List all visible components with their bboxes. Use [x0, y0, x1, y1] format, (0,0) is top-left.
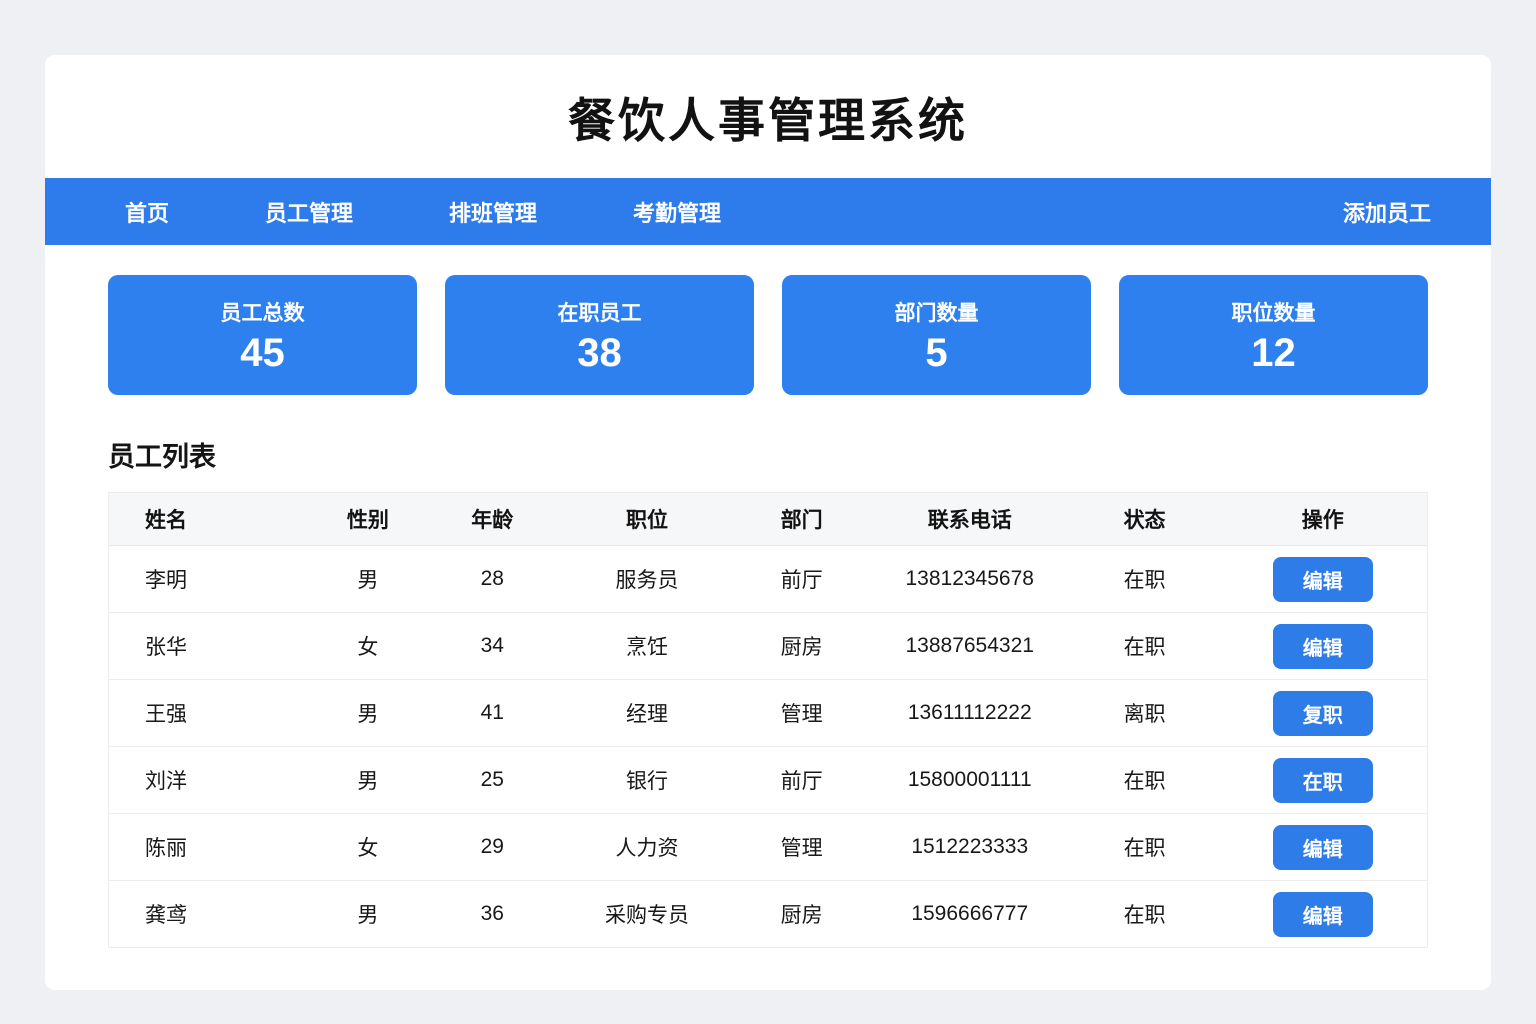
cell-gender: 女 [357, 636, 379, 659]
stat-label: 在职员工 [557, 302, 642, 325]
cell-gender: 男 [357, 904, 379, 927]
cell-phone: 13887654321 [905, 634, 1034, 657]
cell-status: 在职 [1123, 770, 1166, 793]
header-phone: 联系电话 [927, 509, 1012, 532]
nav-item-employee-management[interactable]: 员工管理 [265, 196, 353, 228]
cell-position: 采购专员 [604, 904, 689, 927]
cell-gender: 男 [357, 569, 379, 592]
cell-department: 管理 [780, 837, 823, 860]
table-row: 龚鸢 男 36 采购专员 厨房 1596666777 在职 编辑 [109, 881, 1427, 948]
nav-items: 首页 员工管理 排班管理 考勤管理 [125, 196, 721, 228]
employee-list-title: 员工列表 [108, 442, 216, 472]
stat-label: 职位数量 [1231, 302, 1316, 325]
table-row: 张华 女 34 烹饪 厨房 13887654321 在职 编辑 [109, 613, 1427, 680]
stat-value: 5 [925, 331, 948, 375]
cell-phone: 13611112222 [907, 701, 1032, 724]
stat-card-position-count: 职位数量 12 [1119, 275, 1428, 395]
stat-label: 部门数量 [894, 302, 979, 325]
cell-name: 张华 [145, 636, 187, 659]
page-title: 餐饮人事管理系统 [568, 94, 968, 147]
cell-position: 服务员 [615, 569, 679, 592]
header-name: 姓名 [145, 509, 187, 532]
header-age: 年龄 [471, 509, 514, 532]
cell-position: 烹饪 [625, 636, 668, 659]
main-panel: 餐饮人事管理系统 首页 员工管理 排班管理 考勤管理 添加员工 员工总数 45 … [45, 55, 1491, 990]
stat-value: 12 [1251, 331, 1296, 375]
stat-card-department-count: 部门数量 5 [782, 275, 1091, 395]
stat-value: 45 [240, 331, 285, 375]
cell-age: 29 [480, 835, 504, 858]
cell-name: 王强 [145, 703, 187, 726]
cell-age: 34 [480, 634, 504, 657]
cell-age: 41 [480, 701, 504, 724]
cell-status: 在职 [1123, 569, 1166, 592]
cell-position: 经理 [625, 703, 668, 726]
cell-gender: 女 [357, 837, 379, 860]
cell-phone: 13812345678 [905, 567, 1034, 590]
stats-row: 员工总数 45 在职员工 38 部门数量 5 职位数量 12 [45, 245, 1491, 395]
edit-button[interactable]: 编辑 [1272, 824, 1373, 870]
reinstate-button[interactable]: 复职 [1272, 690, 1373, 736]
stat-card-active-employees: 在职员工 38 [445, 275, 754, 395]
nav-item-scheduling-management[interactable]: 排班管理 [449, 196, 537, 228]
cell-phone: 15800001111 [907, 768, 1032, 791]
cell-age: 28 [480, 567, 504, 590]
cell-department: 管理 [780, 703, 823, 726]
edit-button[interactable]: 编辑 [1272, 556, 1373, 602]
header-position: 职位 [625, 509, 668, 532]
cell-department: 厨房 [780, 636, 823, 659]
cell-status: 在职 [1123, 837, 1166, 860]
cell-status: 在职 [1123, 636, 1166, 659]
cell-department: 厨房 [780, 904, 823, 927]
header-gender: 性别 [346, 509, 389, 532]
header-action: 操作 [1301, 509, 1344, 532]
cell-phone: 1596666777 [911, 902, 1029, 925]
stat-label: 员工总数 [220, 302, 305, 325]
nav-item-home[interactable]: 首页 [125, 196, 169, 228]
cell-position: 银行 [625, 770, 668, 793]
cell-age: 36 [480, 902, 504, 925]
edit-button[interactable]: 编辑 [1272, 891, 1373, 937]
table-row: 陈丽 女 29 人力资 管理 1512223333 在职 编辑 [109, 814, 1427, 881]
employee-table: 姓名 性别 年龄 职位 部门 联系电话 状态 操作 李明 男 28 服务员 前厅… [108, 492, 1428, 948]
cell-gender: 男 [357, 770, 379, 793]
navbar: 首页 员工管理 排班管理 考勤管理 添加员工 [45, 178, 1491, 245]
cell-age: 25 [480, 768, 504, 791]
table-header-row: 姓名 性别 年龄 职位 部门 联系电话 状态 操作 [109, 493, 1427, 546]
table-row: 王强 男 41 经理 管理 13611112222 离职 复职 [109, 680, 1427, 747]
cell-department: 前厅 [780, 770, 823, 793]
cell-department: 前厅 [780, 569, 823, 592]
cell-name: 龚鸢 [145, 904, 187, 927]
table-row: 刘洋 男 25 银行 前厅 15800001111 在职 在职 [109, 747, 1427, 814]
cell-status: 离职 [1123, 703, 1166, 726]
header-status: 状态 [1123, 509, 1166, 532]
add-employee-button[interactable]: 添加员工 [1343, 196, 1431, 228]
stat-card-total-employees: 员工总数 45 [108, 275, 417, 395]
cell-status: 在职 [1123, 904, 1166, 927]
cell-phone: 1512223333 [911, 835, 1029, 858]
stat-value: 38 [577, 331, 622, 375]
nav-item-attendance-management[interactable]: 考勤管理 [633, 196, 721, 228]
cell-name: 陈丽 [145, 837, 187, 860]
table-row: 李明 男 28 服务员 前厅 13812345678 在职 编辑 [109, 546, 1427, 613]
cell-name: 李明 [145, 569, 187, 592]
cell-name: 刘洋 [145, 770, 187, 793]
edit-button[interactable]: 编辑 [1272, 623, 1373, 669]
status-button[interactable]: 在职 [1272, 757, 1373, 803]
cell-gender: 男 [357, 703, 379, 726]
header-department: 部门 [780, 509, 823, 532]
cell-position: 人力资 [615, 837, 679, 860]
